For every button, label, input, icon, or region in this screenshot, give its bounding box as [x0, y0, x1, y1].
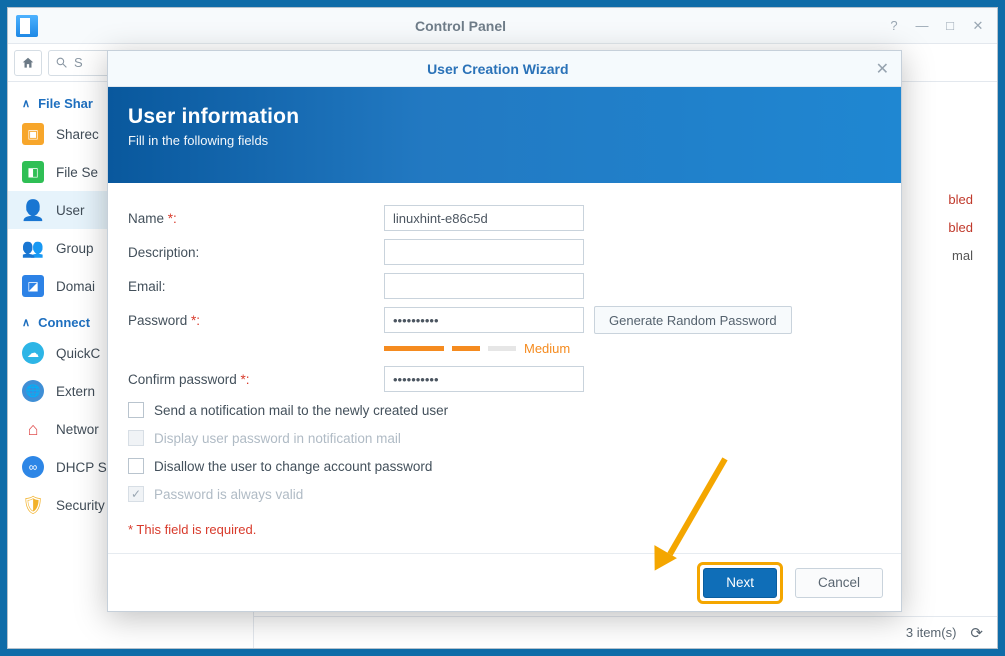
display-password-label: Display user password in notification ma… [154, 431, 401, 446]
strength-bar-1 [384, 346, 444, 351]
chevron-up-icon: ∧ [22, 316, 30, 329]
app-icon [16, 15, 38, 37]
next-button-highlight: Next [697, 562, 783, 604]
globe-icon: 🌐 [22, 380, 44, 402]
home-button[interactable] [14, 50, 42, 76]
file-services-icon: ◧ [22, 161, 44, 183]
description-input[interactable] [384, 239, 584, 265]
password-strength-meter: Medium [384, 341, 881, 356]
user-creation-wizard-dialog: User Creation Wizard ✕ User information … [107, 50, 902, 612]
notify-label: Send a notification mail to the newly cr… [154, 403, 448, 418]
item-count: 3 item(s) [906, 625, 957, 640]
network-icon: ⌂ [22, 418, 44, 440]
dialog-close-button[interactable]: ✕ [876, 59, 889, 79]
window-titlebar: Control Panel ? — □ ✕ [8, 8, 997, 44]
window-close-icon[interactable]: ✕ [967, 17, 989, 35]
window-maximize-icon[interactable]: □ [939, 17, 961, 35]
strength-bar-3 [488, 346, 516, 351]
required-note: * This field is required. [128, 522, 881, 537]
password-input[interactable] [384, 307, 584, 333]
label-email: Email: [128, 279, 384, 294]
shield-icon: 🛡 [22, 494, 44, 516]
label-name: Name *: [128, 211, 384, 226]
dialog-heading: User information [128, 105, 881, 129]
search-icon [55, 56, 68, 69]
home-icon [21, 56, 35, 70]
refresh-icon[interactable]: ⟳ [970, 624, 983, 642]
chevron-up-icon: ∧ [22, 97, 30, 110]
strength-label: Medium [524, 341, 570, 356]
dialog-banner: User information Fill in the following f… [108, 87, 901, 183]
disallow-change-checkbox[interactable] [128, 458, 144, 474]
cancel-button[interactable]: Cancel [795, 568, 883, 598]
group-icon: 👥 [22, 237, 44, 259]
confirm-password-input[interactable] [384, 366, 584, 392]
label-description: Description: [128, 245, 384, 260]
label-password: Password *: [128, 313, 384, 328]
disallow-change-label: Disallow the user to change account pass… [154, 459, 432, 474]
dialog-title: User Creation Wizard [120, 61, 876, 77]
always-valid-checkbox [128, 486, 144, 502]
cloud-icon: ☁ [22, 342, 44, 364]
table-cell-status-1: bled [948, 192, 973, 207]
window-title: Control Panel [44, 18, 877, 34]
status-bar: 3 item(s) ⟳ [254, 616, 997, 648]
notify-checkbox[interactable] [128, 402, 144, 418]
always-valid-label: Password is always valid [154, 487, 303, 502]
email-input[interactable] [384, 273, 584, 299]
search-placeholder: S [74, 55, 83, 70]
window-help-icon[interactable]: ? [883, 17, 905, 35]
dialog-body: Name *: Description: Email: Password *: … [108, 183, 901, 553]
window-minimize-icon[interactable]: — [911, 17, 933, 35]
next-button[interactable]: Next [703, 568, 777, 598]
generate-random-password-button[interactable]: Generate Random Password [594, 306, 792, 334]
dialog-footer: Next Cancel [108, 553, 901, 611]
name-input[interactable] [384, 205, 584, 231]
folder-icon: ▣ [22, 123, 44, 145]
strength-bar-2 [452, 346, 480, 351]
dialog-subheading: Fill in the following fields [128, 133, 881, 148]
dialog-titlebar: User Creation Wizard ✕ [108, 51, 901, 87]
display-password-checkbox [128, 430, 144, 446]
table-cell-status-2: bled [948, 220, 973, 235]
dhcp-icon: ∞ [22, 456, 44, 478]
table-cell-status-3: mal [952, 248, 973, 263]
label-confirm-password: Confirm password *: [128, 372, 384, 387]
user-icon: 👤 [22, 199, 44, 221]
domain-icon: ◪ [22, 275, 44, 297]
